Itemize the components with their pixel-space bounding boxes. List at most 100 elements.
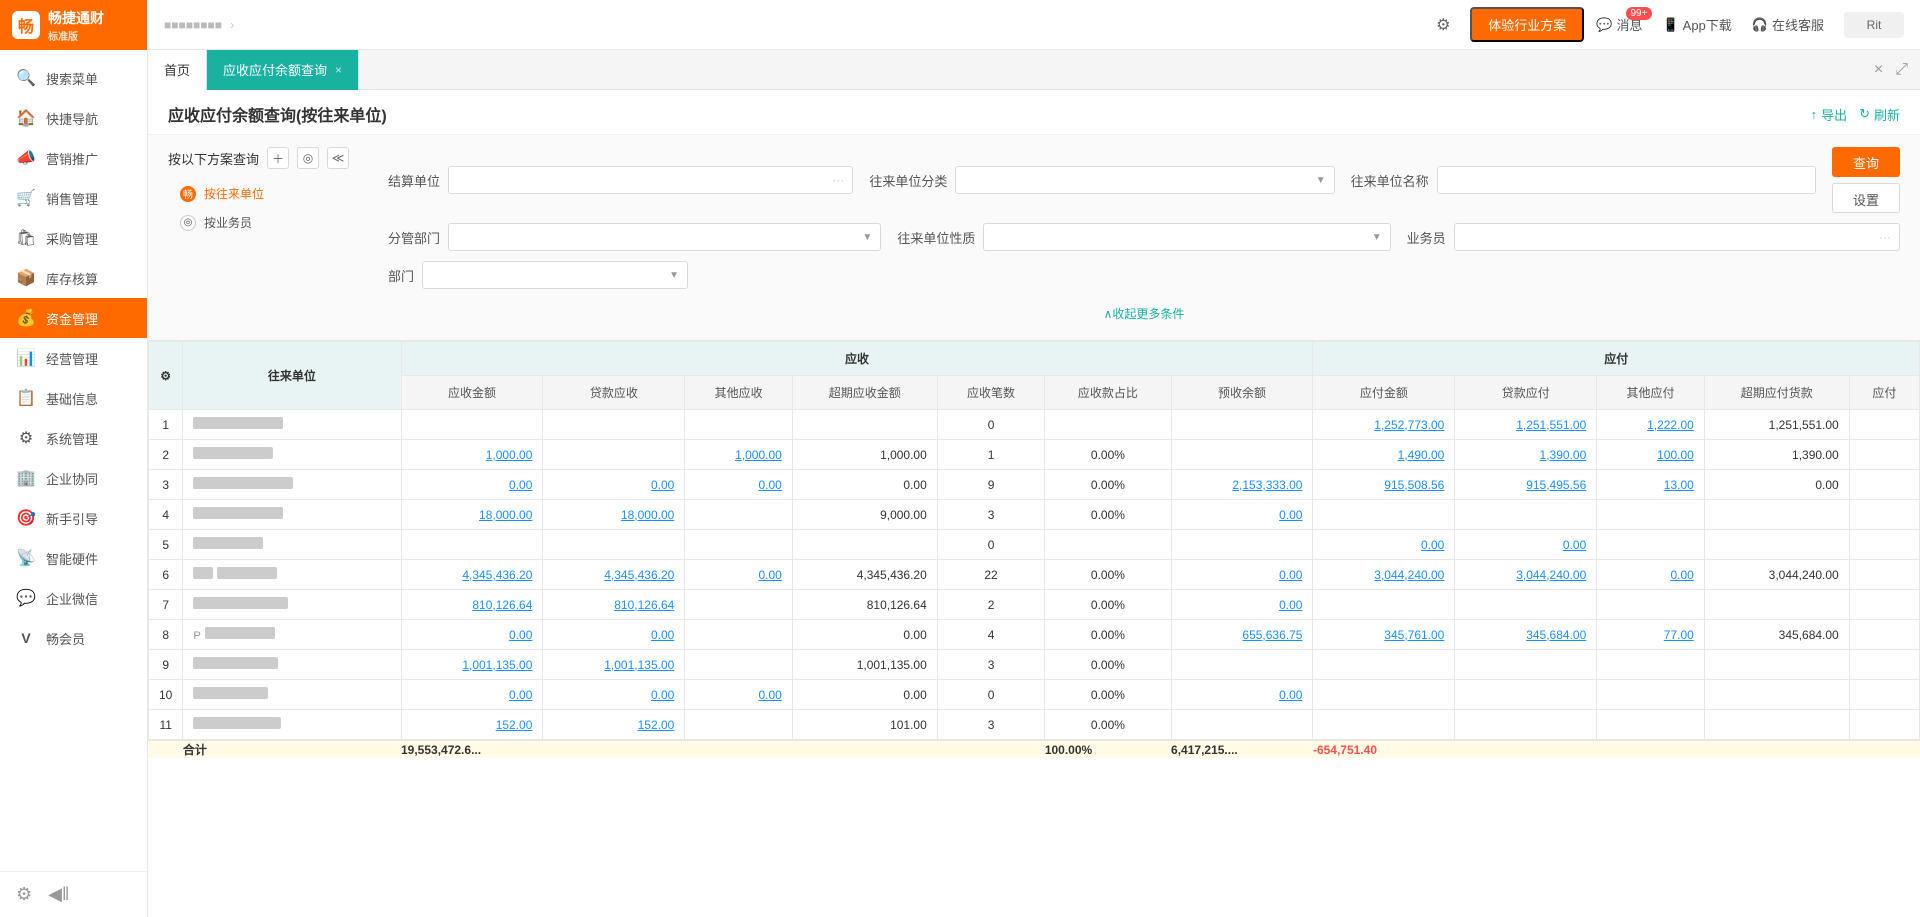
ar-loan[interactable]: 0.00 [543, 680, 685, 710]
settings-button[interactable]: 设置 [1832, 183, 1900, 213]
inventory-icon: 📦 [16, 268, 36, 288]
ap-amount [1313, 590, 1455, 620]
sidebar-item-guide[interactable]: 🎯 新手引导 [0, 498, 147, 538]
tab-close-icon[interactable]: × [335, 63, 342, 77]
export-button[interactable]: ↑ 导出 [1811, 105, 1848, 124]
ap-amount[interactable]: 0.00 [1313, 530, 1455, 560]
sidebar-item-label: 系统管理 [46, 429, 98, 448]
sidebar-item-member[interactable]: V 畅会员 [0, 618, 147, 658]
ar-loan[interactable]: 1,001,135.00 [543, 650, 685, 680]
ar-amount[interactable]: 152.00 [401, 710, 543, 741]
sidebar-item-basicinfo[interactable]: 📋 基础信息 [0, 378, 147, 418]
ar-prepay[interactable]: 0.00 [1171, 560, 1313, 590]
ar-amount[interactable]: 0.00 [401, 470, 543, 500]
ar-prepay[interactable]: 0.00 [1171, 680, 1313, 710]
dept-input[interactable]: ▼ [422, 261, 688, 289]
table-total-row: 合计 19,553,472.6... 100.00% 6,417,215....… [149, 740, 1920, 758]
filter-nav-by-customer[interactable]: 畅 按往来单位 [168, 179, 372, 208]
sidebar-item-enterprise[interactable]: 🏢 企业协同 [0, 458, 147, 498]
user-avatar[interactable]: Rit [1844, 12, 1904, 38]
sidebar-item-marketing[interactable]: 📣 营销推广 [0, 138, 147, 178]
ap-amount[interactable]: 3,044,240.00 [1313, 560, 1455, 590]
tab-home[interactable]: 首页 [148, 50, 207, 90]
query-button[interactable]: 查询 [1832, 147, 1900, 177]
ap-other[interactable]: 1,222.00 [1597, 410, 1705, 440]
sidebar-collapse-btn[interactable]: ◀‖ [48, 884, 69, 905]
ar-loan[interactable]: 18,000.00 [543, 500, 685, 530]
ar-amount[interactable]: 1,000.00 [401, 440, 543, 470]
ap-loan[interactable]: 345,684.00 [1455, 620, 1597, 650]
sidebar-item-label: 快捷导航 [46, 109, 98, 128]
sidebar-item-inventory[interactable]: 📦 库存核算 [0, 258, 147, 298]
ar-other[interactable]: 0.00 [685, 560, 793, 590]
sidebar-item-finance[interactable]: 💰 资金管理 [0, 298, 147, 338]
ar-other[interactable]: 0.00 [685, 470, 793, 500]
sidebar-item-purchase[interactable]: 🛍 采购管理 [0, 218, 147, 258]
ap-amount[interactable]: 345,761.00 [1313, 620, 1455, 650]
ar-count: 2 [937, 590, 1045, 620]
filter-nav-by-salesperson[interactable]: ◎ 按业务员 [168, 208, 372, 237]
add-filter-btn[interactable]: ＋ [267, 147, 289, 169]
collapse-button[interactable]: ∧ 收起更多条件 [388, 299, 1900, 328]
filter-settings-btn[interactable]: ◎ [297, 147, 319, 169]
ap-other[interactable]: 13.00 [1597, 470, 1705, 500]
tab-close-all-icon[interactable]: × [1874, 61, 1883, 79]
settle-unit-input[interactable]: ··· [448, 166, 853, 194]
filter-expand-btn[interactable]: ≪ [327, 147, 349, 169]
promo-button[interactable]: 体验行业方案 [1470, 7, 1584, 42]
sidebar-item-hardware[interactable]: 📡 智能硬件 [0, 538, 147, 578]
ar-loan[interactable]: 152.00 [543, 710, 685, 741]
ar-amount[interactable]: 810,126.64 [401, 590, 543, 620]
sidebar-item-system[interactable]: ⚙ 系统管理 [0, 418, 147, 458]
ar-amount[interactable]: 0.00 [401, 620, 543, 650]
ar-loan[interactable]: 0.00 [543, 620, 685, 650]
refresh-button[interactable]: ↻ 刷新 [1859, 105, 1900, 124]
ap-other[interactable]: 77.00 [1597, 620, 1705, 650]
ar-prepay[interactable]: 2,153,333.00 [1171, 470, 1313, 500]
messages-action[interactable]: 💬 消息 99+ [1596, 15, 1642, 34]
ap-amount[interactable]: 915,508.56 [1313, 470, 1455, 500]
sidebar-item-quicknav[interactable]: 🏠 快捷导航 [0, 98, 147, 138]
ap-amount[interactable]: 1,252,773.00 [1313, 410, 1455, 440]
ar-other[interactable]: 0.00 [685, 680, 793, 710]
sidebar-item-sales[interactable]: 🛒 销售管理 [0, 178, 147, 218]
ap-loan[interactable]: 915,495.56 [1455, 470, 1597, 500]
settings-icon[interactable]: ⚙ [1428, 10, 1458, 40]
tab-maximize-icon[interactable]: ⤢ [1895, 61, 1908, 79]
ar-loan[interactable]: 810,126.64 [543, 590, 685, 620]
tab-arbalance[interactable]: 应收应付余额查询 × [207, 50, 359, 90]
sidebar-item-search[interactable]: 🔍 搜索菜单 [0, 58, 147, 98]
dept-manage-input[interactable]: ▼ [448, 223, 881, 251]
ar-amount[interactable]: 4,345,436.20 [401, 560, 543, 590]
nav-dot-customer: 畅 [180, 186, 196, 202]
ar-loan[interactable]: 0.00 [543, 470, 685, 500]
ap-other[interactable]: 100.00 [1597, 440, 1705, 470]
ap-loan[interactable]: 1,251,551.00 [1455, 410, 1597, 440]
logo-edition: 标准版 [48, 28, 104, 43]
sidebar-item-operation[interactable]: 📊 经营管理 [0, 338, 147, 378]
ap-loan[interactable]: 0.00 [1455, 530, 1597, 560]
service-action[interactable]: 🎧 在线客服 [1752, 15, 1824, 34]
app-download-action[interactable]: 📱 App下载 [1662, 15, 1731, 34]
sidebar-item-wechat[interactable]: 💬 企业微信 [0, 578, 147, 618]
ar-amount[interactable]: 18,000.00 [401, 500, 543, 530]
ap-other[interactable]: 0.00 [1597, 560, 1705, 590]
ar-other[interactable]: 1,000.00 [685, 440, 793, 470]
ap-loan[interactable]: 3,044,240.00 [1455, 560, 1597, 590]
export-label: 导出 [1821, 105, 1847, 124]
ap-loan[interactable]: 1,390.00 [1455, 440, 1597, 470]
salesperson-input[interactable]: ··· [1454, 223, 1900, 251]
customer-category-input[interactable]: ▼ [955, 166, 1334, 194]
ar-prepay[interactable]: 0.00 [1171, 590, 1313, 620]
settings-col-header[interactable]: ⚙ [149, 342, 183, 410]
customer-name-input[interactable] [1437, 166, 1816, 194]
ar-amount[interactable]: 0.00 [401, 680, 543, 710]
ar-prepay[interactable]: 655,636.75 [1171, 620, 1313, 650]
ap-overdue: 1,251,551.00 [1704, 410, 1849, 440]
sidebar-settings-btn[interactable]: ⚙ [16, 884, 32, 905]
ar-loan[interactable]: 4,345,436.20 [543, 560, 685, 590]
ar-amount[interactable]: 1,001,135.00 [401, 650, 543, 680]
customer-nature-input[interactable]: ▼ [983, 223, 1390, 251]
ap-amount[interactable]: 1,490.00 [1313, 440, 1455, 470]
ar-prepay[interactable]: 0.00 [1171, 500, 1313, 530]
